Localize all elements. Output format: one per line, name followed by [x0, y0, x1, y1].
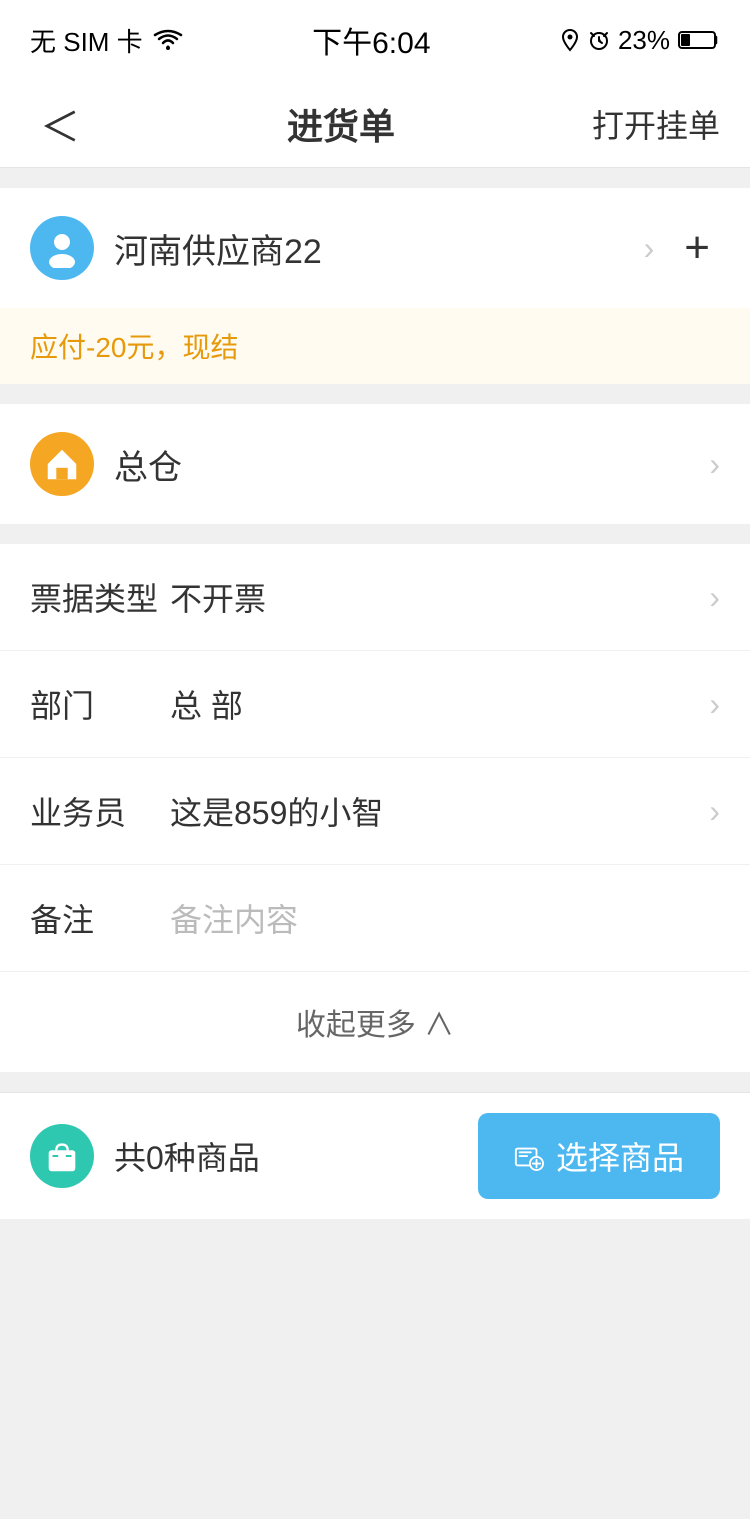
- sales-chevron-icon: ›: [709, 793, 720, 830]
- warehouse-icon: [30, 432, 94, 496]
- alarm-icon: [588, 28, 610, 52]
- supplier-row[interactable]: 河南供应商22 › +: [0, 188, 750, 308]
- invoice-chevron-icon: ›: [709, 579, 720, 616]
- warehouse-chevron-icon: ›: [709, 446, 720, 483]
- section-gap-1: [0, 168, 750, 188]
- collapse-button[interactable]: 收起更多 ∧: [0, 971, 750, 1072]
- add-supplier-button[interactable]: +: [674, 223, 720, 273]
- remark-row[interactable]: 备注 备注内容: [0, 864, 750, 971]
- battery-icon: [678, 29, 720, 51]
- status-bar: 无 SIM 卡 下午6:04 23%: [0, 0, 750, 80]
- select-product-button[interactable]: 选择商品: [478, 1113, 720, 1199]
- location-icon: [560, 28, 580, 52]
- status-right: 23%: [560, 25, 720, 56]
- dept-label: 部门: [30, 681, 160, 727]
- remark-label: 备注: [30, 895, 160, 941]
- status-time: 下午6:04: [312, 18, 430, 62]
- shopping-bag-icon: [43, 1137, 81, 1175]
- dept-chevron-icon: ›: [709, 686, 720, 723]
- page-rest: [0, 1219, 750, 1519]
- add-product-icon: [514, 1141, 544, 1171]
- notice-bar: 应付-20元，现结: [0, 308, 750, 384]
- bottom-bar: 共0种商品 选择商品: [0, 1092, 750, 1219]
- supplier-chevron-icon: ›: [644, 230, 655, 267]
- invoice-row[interactable]: 票据类型 不开票 ›: [0, 544, 750, 650]
- supplier-avatar: [30, 216, 94, 280]
- sales-value: 这是859的小智: [160, 788, 709, 834]
- product-icon-wrap: [30, 1124, 94, 1188]
- section-gap-3: [0, 524, 750, 544]
- supplier-name: 河南供应商22: [114, 224, 644, 273]
- product-count: 共0种商品: [114, 1133, 478, 1179]
- dept-value: 总 部: [160, 681, 709, 727]
- status-carrier: 无 SIM 卡: [30, 22, 183, 59]
- remark-input[interactable]: 备注内容: [160, 895, 720, 941]
- nav-bar: ＜ 进货单 打开挂单: [0, 80, 750, 168]
- person-icon: [42, 228, 82, 268]
- section-gap-4: [0, 1072, 750, 1092]
- warehouse-row[interactable]: 总仓 ›: [0, 404, 750, 524]
- house-icon: [43, 445, 81, 483]
- invoice-value: 不开票: [160, 574, 709, 620]
- form-section: 票据类型 不开票 › 部门 总 部 › 业务员 这是859的小智 › 备注 备注…: [0, 544, 750, 1072]
- page-title: 进货单: [287, 98, 395, 150]
- open-pending-button[interactable]: 打开挂单: [592, 101, 720, 147]
- sales-label: 业务员: [30, 788, 160, 834]
- sales-row[interactable]: 业务员 这是859的小智 ›: [0, 757, 750, 864]
- back-button[interactable]: ＜: [30, 85, 90, 163]
- dept-row[interactable]: 部门 总 部 ›: [0, 650, 750, 757]
- supplier-section: 河南供应商22 › + 应付-20元，现结: [0, 188, 750, 384]
- warehouse-section: 总仓 ›: [0, 404, 750, 524]
- warehouse-name: 总仓: [114, 440, 709, 489]
- wifi-icon: [153, 29, 183, 51]
- invoice-label: 票据类型: [30, 574, 160, 620]
- section-gap-2: [0, 384, 750, 404]
